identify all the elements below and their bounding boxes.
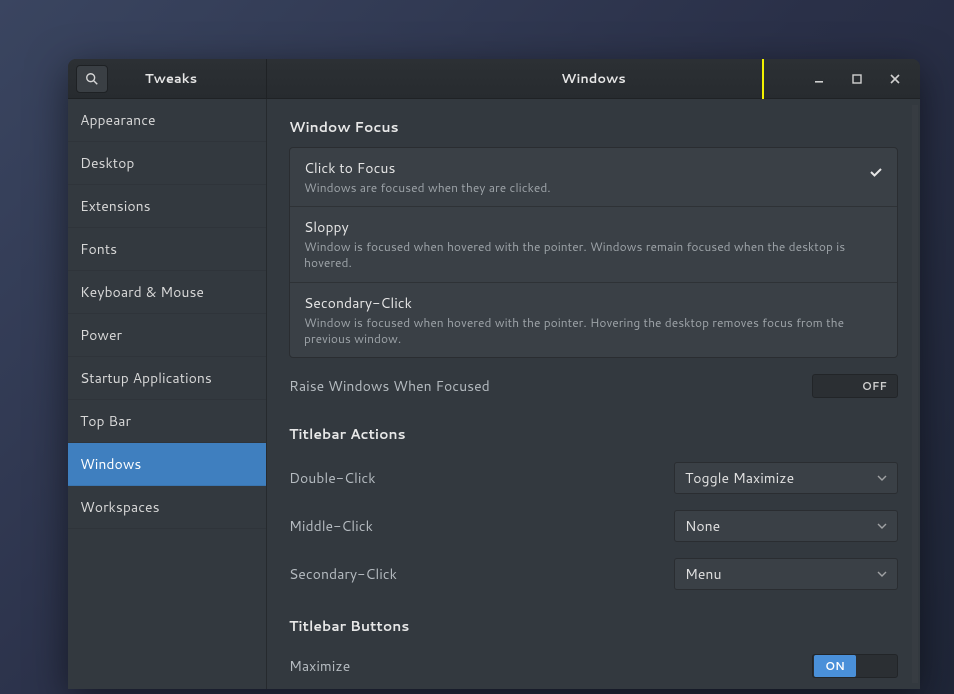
content: Window Focus Click to Focus Windows are f…	[267, 99, 920, 689]
toggle-off-text: OFF	[862, 378, 887, 394]
sidebar-item-fonts[interactable]: Fonts	[68, 228, 266, 271]
focus-option-secondary-click[interactable]: Secondary-ClickWindow is focused when ho…	[290, 283, 897, 357]
search-button[interactable]	[76, 65, 108, 93]
sidebar-item-extensions[interactable]: Extensions	[68, 185, 266, 228]
maximize-icon	[851, 73, 863, 85]
secondary-click-row: Secondary-Click Menu	[289, 550, 898, 598]
raise-windows-toggle[interactable]: OFF	[812, 374, 898, 398]
toggle-on-text: ON	[814, 655, 856, 677]
section-heading-titlebar-actions: Titlebar Actions	[289, 424, 898, 444]
close-icon	[889, 73, 901, 85]
titlebar-left: Tweaks	[68, 59, 267, 98]
sidebar: AppearanceDesktopExtensionsFontsKeyboard…	[68, 99, 267, 689]
raise-windows-row: Raise Windows When Focused OFF	[289, 366, 898, 406]
minimize-window-button[interactable]	[800, 60, 838, 98]
double-click-value: Toggle Maximize	[685, 468, 794, 488]
secondary-click-label: Secondary-Click	[289, 564, 397, 584]
chevron-down-icon	[877, 473, 887, 483]
sidebar-item-keyboard-mouse[interactable]: Keyboard & Mouse	[68, 271, 266, 314]
tweaks-window: Tweaks Windows AppearanceDesktopExtensio…	[68, 59, 920, 689]
sidebar-item-top-bar[interactable]: Top Bar	[68, 400, 266, 443]
app-title: Tweaks	[116, 70, 258, 88]
titlebar: Tweaks Windows	[68, 59, 920, 99]
window-controls	[800, 59, 914, 98]
sidebar-item-appearance[interactable]: Appearance	[68, 99, 266, 142]
double-click-label: Double-Click	[289, 468, 376, 488]
focus-option-desc: Windows are focused when they are clicke…	[304, 180, 883, 196]
body: AppearanceDesktopExtensionsFontsKeyboard…	[68, 99, 920, 689]
middle-click-label: Middle-Click	[289, 516, 373, 536]
titlebar-right: Windows	[267, 59, 920, 98]
raise-windows-label: Raise Windows When Focused	[289, 376, 490, 396]
sidebar-item-windows[interactable]: Windows	[68, 443, 266, 486]
middle-click-value: None	[685, 516, 720, 536]
focus-option-desc: Window is focused when hovered with the …	[304, 315, 883, 347]
focus-option-title: Click to Focus	[304, 158, 883, 178]
focus-option-click-to-focus[interactable]: Click to Focus Windows are focused when t…	[290, 148, 897, 207]
search-icon	[85, 72, 99, 86]
maximize-window-button[interactable]	[838, 60, 876, 98]
section-heading-titlebar-buttons: Titlebar Buttons	[289, 616, 898, 636]
sidebar-item-desktop[interactable]: Desktop	[68, 142, 266, 185]
maximize-row: Maximize ON	[289, 646, 898, 686]
page-title: Windows	[561, 70, 626, 88]
sidebar-item-workspaces[interactable]: Workspaces	[68, 486, 266, 529]
section-heading-window-focus: Window Focus	[289, 117, 898, 137]
secondary-click-dropdown[interactable]: Menu	[674, 558, 898, 590]
chevron-down-icon	[877, 569, 887, 579]
sidebar-item-power[interactable]: Power	[68, 314, 266, 357]
chevron-down-icon	[877, 521, 887, 531]
focus-option-sloppy[interactable]: SloppyWindow is focused when hovered wit…	[290, 207, 897, 282]
check-icon	[869, 162, 883, 185]
maximize-toggle[interactable]: ON	[812, 654, 898, 678]
focus-option-desc: Window is focused when hovered with the …	[304, 239, 883, 271]
middle-click-dropdown[interactable]: None	[674, 510, 898, 542]
secondary-click-value: Menu	[685, 564, 722, 584]
middle-click-row: Middle-Click None	[289, 502, 898, 550]
double-click-row: Double-Click Toggle Maximize	[289, 454, 898, 502]
minimize-row: Minimize ON	[289, 686, 898, 689]
focus-option-title: Sloppy	[304, 217, 883, 237]
sidebar-item-startup-applications[interactable]: Startup Applications	[68, 357, 266, 400]
window-focus-group: Click to Focus Windows are focused when t…	[289, 147, 898, 358]
minimize-icon	[813, 73, 825, 85]
double-click-dropdown[interactable]: Toggle Maximize	[674, 462, 898, 494]
close-window-button[interactable]	[876, 60, 914, 98]
focus-option-title: Secondary-Click	[304, 293, 883, 313]
maximize-label: Maximize	[289, 656, 350, 676]
